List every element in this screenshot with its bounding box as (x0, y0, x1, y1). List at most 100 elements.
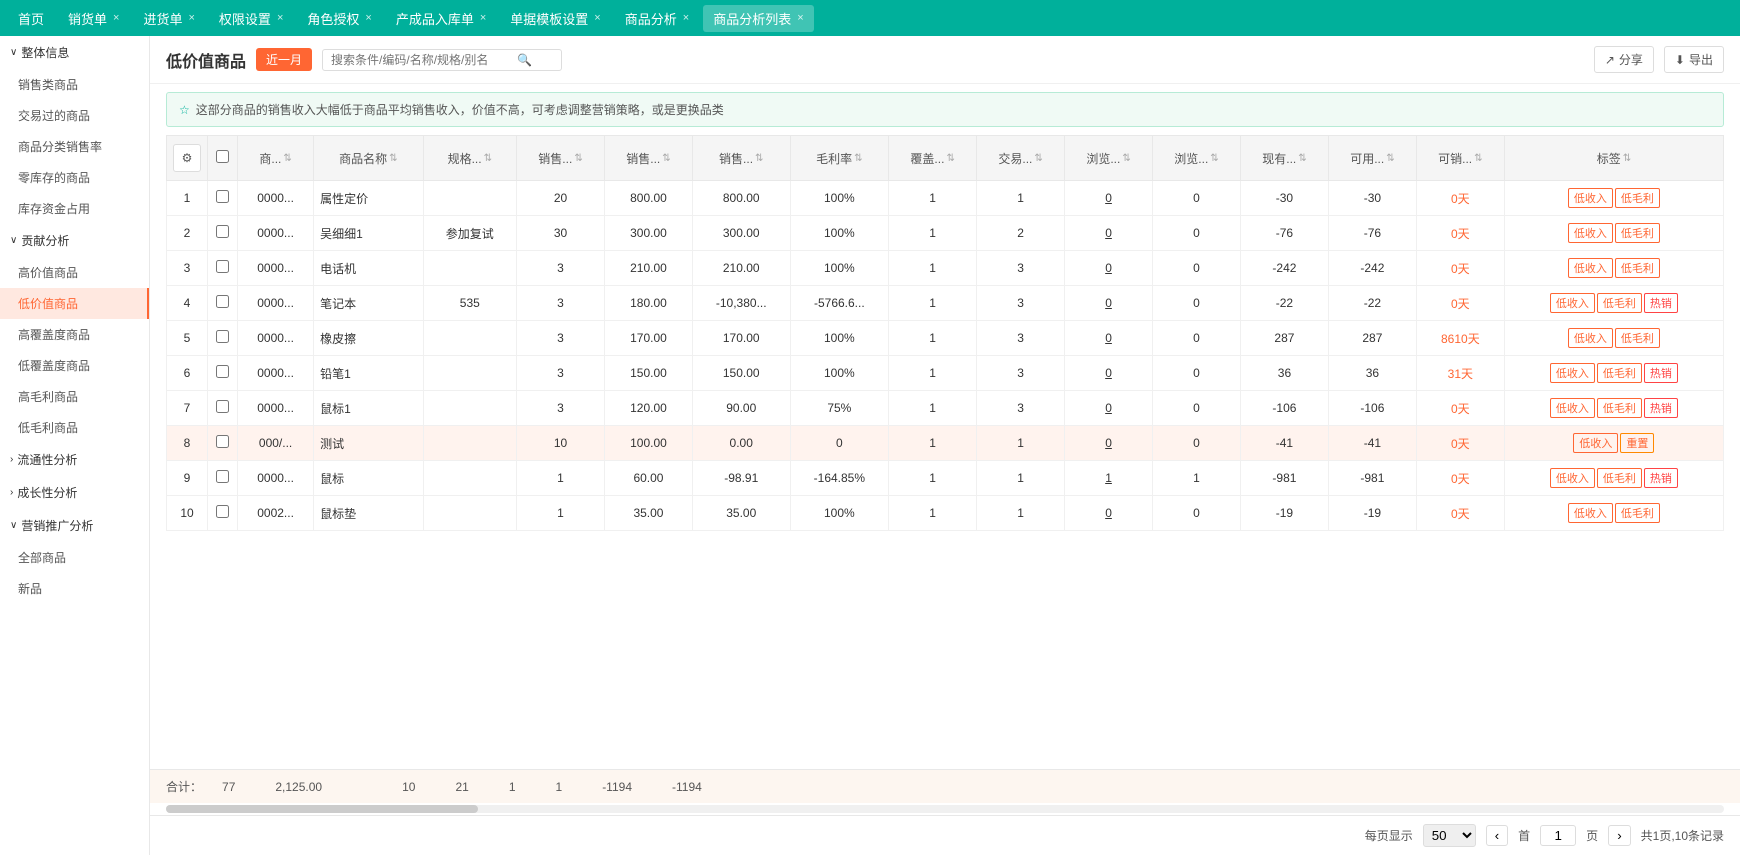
sidebar-group-overall[interactable]: ∨ 整体信息 (0, 36, 149, 69)
nav-stock-in[interactable]: 产成品入库单 × (386, 5, 496, 32)
search-input[interactable] (331, 53, 511, 67)
nav-permission[interactable]: 权限设置 × (209, 5, 293, 32)
col-spec[interactable]: 规格...⇅ (423, 136, 516, 181)
tag-label: 低收入 (1550, 398, 1595, 418)
sidebar-group-flow[interactable]: › 流通性分析 (0, 443, 149, 476)
row-checkbox[interactable] (216, 365, 229, 378)
sidebar-item-capital[interactable]: 库存资金占用 (0, 193, 149, 224)
sidebar-item-high-value[interactable]: 高价值商品 (0, 257, 149, 288)
col-code[interactable]: 商...⇅ (238, 136, 314, 181)
nav-purchase[interactable]: 进货单 × (133, 5, 204, 32)
browse1-link[interactable]: 0 (1105, 296, 1112, 310)
row-checkbox-cell[interactable] (208, 321, 238, 356)
export-button[interactable]: ⬇ 导出 (1664, 46, 1724, 73)
row-checkbox-cell[interactable] (208, 461, 238, 496)
sidebar-item-sales-goods[interactable]: 销售类商品 (0, 69, 149, 100)
browse1-link[interactable]: 0 (1105, 261, 1112, 275)
table-wrapper[interactable]: ⚙ 商...⇅ 商品名称⇅ 规格...⇅ 销售...⇅ 销售...⇅ 销售...… (150, 135, 1740, 769)
row-checkbox[interactable] (216, 330, 229, 343)
sidebar-item-zero-stock[interactable]: 零库存的商品 (0, 162, 149, 193)
col-sales-qty[interactable]: 销售...⇅ (517, 136, 605, 181)
page-size-select[interactable]: 50 20 100 (1423, 824, 1476, 847)
col-settings[interactable]: ⚙ (167, 136, 208, 181)
browse1-link[interactable]: 0 (1105, 191, 1112, 205)
nav-analysis-list[interactable]: 商品分析列表 × (703, 5, 813, 32)
filter-button[interactable]: 近一月 (256, 48, 312, 71)
row-checkbox-cell[interactable] (208, 426, 238, 461)
browse1-link[interactable]: 0 (1105, 401, 1112, 415)
share-button[interactable]: ↗ 分享 (1594, 46, 1654, 73)
row-checkbox[interactable] (216, 470, 229, 483)
nav-home[interactable]: 首页 (8, 5, 54, 32)
select-all-checkbox[interactable] (216, 150, 229, 163)
col-name[interactable]: 商品名称⇅ (314, 136, 423, 181)
browse1-link[interactable]: 0 (1105, 436, 1112, 450)
row-checkbox[interactable] (216, 190, 229, 203)
col-browse2[interactable]: 浏览...⇅ (1153, 136, 1241, 181)
browse1-link[interactable]: 0 (1105, 226, 1112, 240)
sort-browse1-icon: ⇅ (1122, 153, 1130, 164)
sidebar-group-growth[interactable]: › 成长性分析 (0, 476, 149, 509)
nav-purchase-close[interactable]: × (188, 12, 194, 24)
nav-role[interactable]: 角色授权 × (297, 5, 381, 32)
row-checkbox-cell[interactable] (208, 496, 238, 531)
nav-stock-in-close[interactable]: × (480, 12, 486, 24)
table-row: 10 0002... 鼠标垫 1 35.00 35.00 100% 1 1 0 … (167, 496, 1724, 531)
sidebar-item-high-coverage[interactable]: 高覆盖度商品 (0, 319, 149, 350)
col-sales2[interactable]: 销售...⇅ (692, 136, 790, 181)
browse1-link[interactable]: 1 (1105, 471, 1112, 485)
sidebar-item-all-goods[interactable]: 全部商品 (0, 542, 149, 573)
row-checkbox[interactable] (216, 295, 229, 308)
nav-sales-close[interactable]: × (113, 12, 119, 24)
sidebar-item-high-margin[interactable]: 高毛利商品 (0, 381, 149, 412)
browse1-link[interactable]: 0 (1105, 331, 1112, 345)
tag-label: 低毛利 (1597, 398, 1642, 418)
scrollbar-area[interactable] (166, 805, 1724, 813)
row-checkbox-cell[interactable] (208, 216, 238, 251)
nav-template[interactable]: 单据模板设置 × (500, 5, 610, 32)
search-icon[interactable]: 🔍 (517, 53, 532, 67)
col-coverage[interactable]: 覆盖...⇅ (889, 136, 977, 181)
col-margin[interactable]: 毛利率⇅ (790, 136, 889, 181)
sidebar-item-low-coverage[interactable]: 低覆盖度商品 (0, 350, 149, 381)
row-checkbox[interactable] (216, 435, 229, 448)
browse1-link[interactable]: 0 (1105, 506, 1112, 520)
sidebar-item-new-goods[interactable]: 新品 (0, 573, 149, 604)
sidebar-item-category-rate[interactable]: 商品分类销售率 (0, 131, 149, 162)
sidebar-group-marketing[interactable]: ∨ 营销推广分析 (0, 509, 149, 542)
settings-icon[interactable]: ⚙ (173, 144, 201, 172)
col-stock1[interactable]: 现有...⇅ (1240, 136, 1328, 181)
row-checkbox-cell[interactable] (208, 181, 238, 216)
sidebar-item-low-value[interactable]: 低价值商品 (0, 288, 149, 319)
page-input[interactable] (1540, 825, 1576, 846)
col-sales1[interactable]: 销售...⇅ (604, 136, 692, 181)
browse1-link[interactable]: 0 (1105, 366, 1112, 380)
row-checkbox-cell[interactable] (208, 251, 238, 286)
col-tags[interactable]: 标签⇅ (1504, 136, 1723, 181)
row-checkbox[interactable] (216, 260, 229, 273)
row-checkbox-cell[interactable] (208, 391, 238, 426)
row-checkbox-cell[interactable] (208, 286, 238, 321)
row-checkbox[interactable] (216, 225, 229, 238)
sidebar-group-contribution[interactable]: ∨ 贡献分析 (0, 224, 149, 257)
sidebar-item-traded[interactable]: 交易过的商品 (0, 100, 149, 131)
col-stock2[interactable]: 可用...⇅ (1328, 136, 1416, 181)
first-page-button[interactable]: ‹ (1486, 825, 1508, 846)
nav-sales[interactable]: 销货单 × (58, 5, 129, 32)
nav-role-close[interactable]: × (365, 12, 371, 24)
nav-analysis-close[interactable]: × (683, 12, 689, 24)
scrollbar-thumb[interactable] (166, 805, 478, 813)
col-stock3[interactable]: 可销...⇅ (1416, 136, 1504, 181)
sidebar-item-low-margin[interactable]: 低毛利商品 (0, 412, 149, 443)
next-page-button[interactable]: › (1608, 825, 1630, 846)
nav-template-close[interactable]: × (594, 12, 600, 24)
col-checkbox[interactable] (208, 136, 238, 181)
row-checkbox-cell[interactable] (208, 356, 238, 391)
nav-analysis[interactable]: 商品分析 × (615, 5, 699, 32)
row-checkbox[interactable] (216, 505, 229, 518)
nav-analysis-list-close[interactable]: × (797, 12, 803, 24)
col-trade[interactable]: 交易...⇅ (977, 136, 1065, 181)
row-checkbox[interactable] (216, 400, 229, 413)
col-browse1[interactable]: 浏览...⇅ (1065, 136, 1153, 181)
nav-permission-close[interactable]: × (277, 12, 283, 24)
